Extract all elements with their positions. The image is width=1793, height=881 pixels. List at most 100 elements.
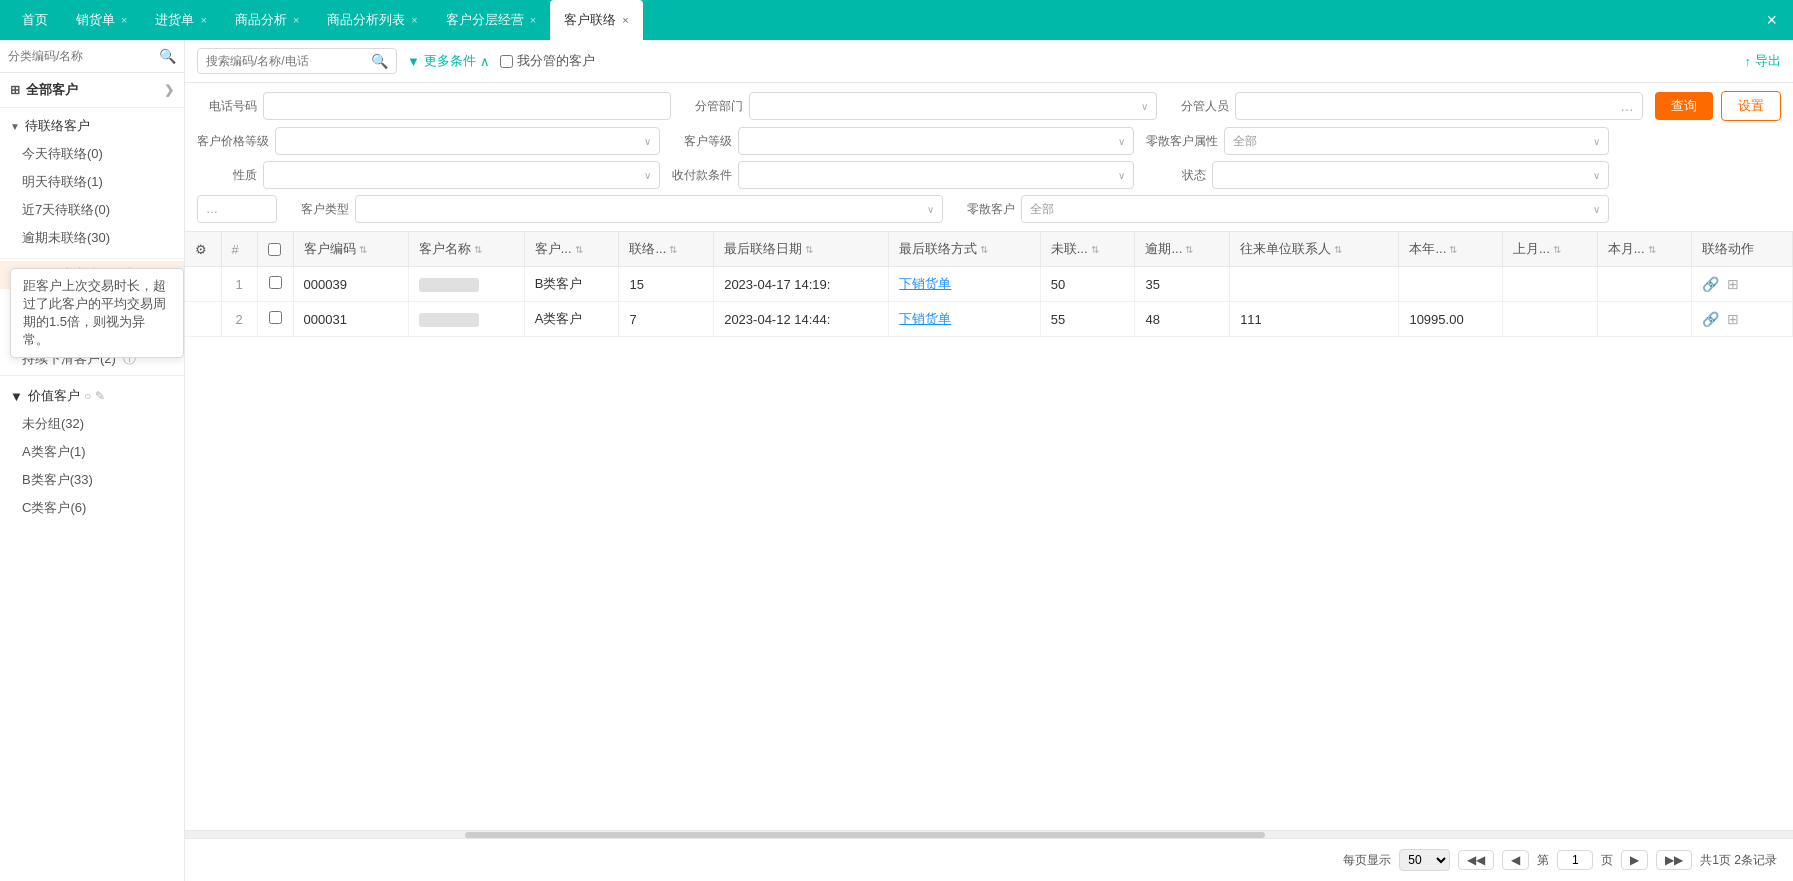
nature-ctrl[interactable]: ∨ bbox=[263, 161, 660, 189]
sidebar-item-tomorrow[interactable]: 明天待联络(1) bbox=[0, 168, 184, 196]
row2-grid-icon[interactable]: ⊞ bbox=[1727, 311, 1739, 327]
th-type[interactable]: 客户... ⇅ bbox=[524, 232, 619, 267]
td-last-date-1: 2023-04-17 14:19: bbox=[714, 267, 889, 302]
per-page-select[interactable]: 50 100 bbox=[1399, 849, 1450, 871]
th-name[interactable]: 客户名称 ⇅ bbox=[409, 232, 525, 267]
row2-link-icon[interactable]: 🔗 bbox=[1702, 311, 1719, 327]
status-ctrl[interactable]: ∨ bbox=[1212, 161, 1609, 189]
nav-customer-segment-close[interactable]: × bbox=[530, 14, 536, 26]
sidebar-item-class-a[interactable]: A类客户(1) bbox=[0, 438, 184, 466]
th-this-month[interactable]: 本月... ⇅ bbox=[1597, 232, 1692, 267]
extra-dots-ctrl[interactable]: … bbox=[197, 195, 277, 223]
row2-last-method-link[interactable]: 下销货单 bbox=[899, 311, 951, 326]
query-button[interactable]: 查询 bbox=[1655, 92, 1713, 120]
row1-checkbox[interactable] bbox=[269, 276, 282, 289]
td-last-date-2: 2023-04-12 14:44: bbox=[714, 302, 889, 337]
settings-gear-icon: ⚙ bbox=[195, 242, 207, 257]
th-last-month[interactable]: 上月... ⇅ bbox=[1502, 232, 1597, 267]
th-settings[interactable]: ⚙ bbox=[185, 232, 221, 267]
edit-icon2[interactable]: ✎ bbox=[95, 389, 105, 403]
this-month-sort-icon: ⇅ bbox=[1648, 244, 1656, 255]
sidebar-item-class-c[interactable]: C类客户(6) bbox=[0, 494, 184, 522]
row2-type: A类客户 bbox=[535, 311, 583, 326]
td-code-2[interactable]: 000031 bbox=[293, 302, 409, 337]
export-button[interactable]: ↑ 导出 bbox=[1745, 52, 1782, 70]
my-customers-checkbox[interactable] bbox=[500, 55, 513, 68]
th-liaison[interactable]: 往来单位联系人 ⇅ bbox=[1230, 232, 1399, 267]
select-all-checkbox[interactable] bbox=[268, 243, 281, 256]
td-cb-2[interactable] bbox=[257, 302, 293, 337]
nature-field: 性质 ∨ bbox=[197, 161, 660, 189]
sidebar-item-overdue[interactable]: 逾期未联络(30) bbox=[0, 224, 184, 252]
nav-customer-segment[interactable]: 客户分层经营 × bbox=[432, 0, 550, 40]
td-code-1[interactable]: 000039 bbox=[293, 267, 409, 302]
retail-customer-ctrl[interactable]: 全部 ∨ bbox=[1021, 195, 1609, 223]
th-uncontacted[interactable]: 未联... ⇅ bbox=[1040, 232, 1135, 267]
row1-last-method-link[interactable]: 下销货单 bbox=[899, 276, 951, 291]
customer-level-ctrl[interactable]: ∨ bbox=[738, 127, 1135, 155]
th-checkbox[interactable] bbox=[257, 232, 293, 267]
th-contact[interactable]: 联络... ⇅ bbox=[619, 232, 714, 267]
page-number-input[interactable] bbox=[1557, 850, 1593, 870]
value-group-title[interactable]: ▼ 价值客户 ○ ✎ bbox=[0, 382, 184, 410]
th-last-method[interactable]: 最后联络方式 ⇅ bbox=[889, 232, 1040, 267]
sidebar-item-class-b[interactable]: B类客户(33) bbox=[0, 466, 184, 494]
row2-last-date: 2023-04-12 14:44: bbox=[724, 312, 830, 327]
retail-attr-ctrl[interactable]: 全部 ∨ bbox=[1224, 127, 1609, 155]
td-type-1: B类客户 bbox=[524, 267, 619, 302]
phone-input-ctrl[interactable] bbox=[263, 92, 671, 120]
window-close-button[interactable]: × bbox=[1758, 10, 1785, 31]
nav-goods-analysis-list[interactable]: 商品分析列表 × bbox=[313, 0, 431, 40]
row1-grid-icon[interactable]: ⊞ bbox=[1727, 276, 1739, 292]
nav-customer-contact[interactable]: 客户联络 × bbox=[550, 0, 642, 40]
search-icon[interactable]: 🔍 bbox=[371, 53, 388, 69]
nav-home[interactable]: 首页 bbox=[8, 0, 62, 40]
edit-icon[interactable]: ○ bbox=[84, 389, 91, 403]
payment-terms-ctrl[interactable]: ∨ bbox=[738, 161, 1135, 189]
nav-customer-contact-close[interactable]: × bbox=[622, 14, 628, 26]
th-overdue[interactable]: 逾期... ⇅ bbox=[1135, 232, 1230, 267]
nav-sales[interactable]: 销货单 × bbox=[62, 0, 141, 40]
sidebar-item-7days[interactable]: 近7天待联络(0) bbox=[0, 196, 184, 224]
row1-overdue: 35 bbox=[1145, 277, 1159, 292]
td-last-method-1[interactable]: 下销货单 bbox=[889, 267, 1040, 302]
row2-checkbox[interactable] bbox=[269, 311, 282, 324]
next-page-button[interactable]: ▶ bbox=[1621, 850, 1648, 870]
sidebar-collapse-btn[interactable]: ❯ bbox=[164, 83, 174, 97]
pending-group-title[interactable]: ▼ 待联络客户 bbox=[0, 112, 184, 140]
nav-purchase-close[interactable]: × bbox=[200, 14, 206, 26]
scrollbar-thumb[interactable] bbox=[465, 832, 1265, 838]
sidebar-search-icon[interactable]: 🔍 bbox=[159, 48, 176, 64]
first-page-button[interactable]: ◀◀ bbox=[1458, 850, 1494, 870]
row1-actions: 🔗 ⊞ bbox=[1702, 276, 1782, 292]
retail-customer-chevron-icon: ∨ bbox=[1593, 204, 1600, 215]
customer-type-ctrl[interactable]: ∨ bbox=[355, 195, 943, 223]
th-last-date[interactable]: 最后联络日期 ⇅ bbox=[714, 232, 889, 267]
settings-button[interactable]: 设置 bbox=[1721, 91, 1781, 121]
th-last-month-label: 上月... bbox=[1513, 240, 1550, 258]
sidebar-item-unclassified[interactable]: 未分组(32) bbox=[0, 410, 184, 438]
sidebar-item-today[interactable]: 今天待联络(0) bbox=[0, 140, 184, 168]
prev-page-button[interactable]: ◀ bbox=[1502, 850, 1529, 870]
th-this-year[interactable]: 本年... ⇅ bbox=[1399, 232, 1503, 267]
more-conditions-btn[interactable]: ▼ 更多条件 ∧ bbox=[407, 52, 490, 70]
manager-select-ctrl[interactable]: … bbox=[1235, 92, 1643, 120]
nav-goods-analysis-list-close[interactable]: × bbox=[411, 14, 417, 26]
search-input[interactable] bbox=[206, 54, 371, 68]
td-cb-1[interactable] bbox=[257, 267, 293, 302]
nav-goods-analysis-close[interactable]: × bbox=[293, 14, 299, 26]
price-level-ctrl[interactable]: ∨ bbox=[275, 127, 660, 155]
dept-select-ctrl[interactable]: ∨ bbox=[749, 92, 1157, 120]
td-last-method-2[interactable]: 下销货单 bbox=[889, 302, 1040, 337]
row1-link-icon[interactable]: 🔗 bbox=[1702, 276, 1719, 292]
sidebar-search-input[interactable] bbox=[8, 49, 159, 63]
nav-goods-analysis[interactable]: 商品分析 × bbox=[221, 0, 313, 40]
sidebar-all-customers[interactable]: ⊞ 全部客户 ❯ bbox=[0, 73, 184, 108]
last-page-button[interactable]: ▶▶ bbox=[1656, 850, 1692, 870]
th-last-date-label: 最后联络日期 bbox=[724, 240, 802, 258]
th-code[interactable]: 客户编码 ⇅ bbox=[293, 232, 409, 267]
nav-purchase[interactable]: 进货单 × bbox=[141, 0, 220, 40]
th-name-label: 客户名称 bbox=[419, 240, 471, 258]
nav-sales-close[interactable]: × bbox=[121, 14, 127, 26]
horizontal-scrollbar[interactable] bbox=[185, 830, 1793, 838]
